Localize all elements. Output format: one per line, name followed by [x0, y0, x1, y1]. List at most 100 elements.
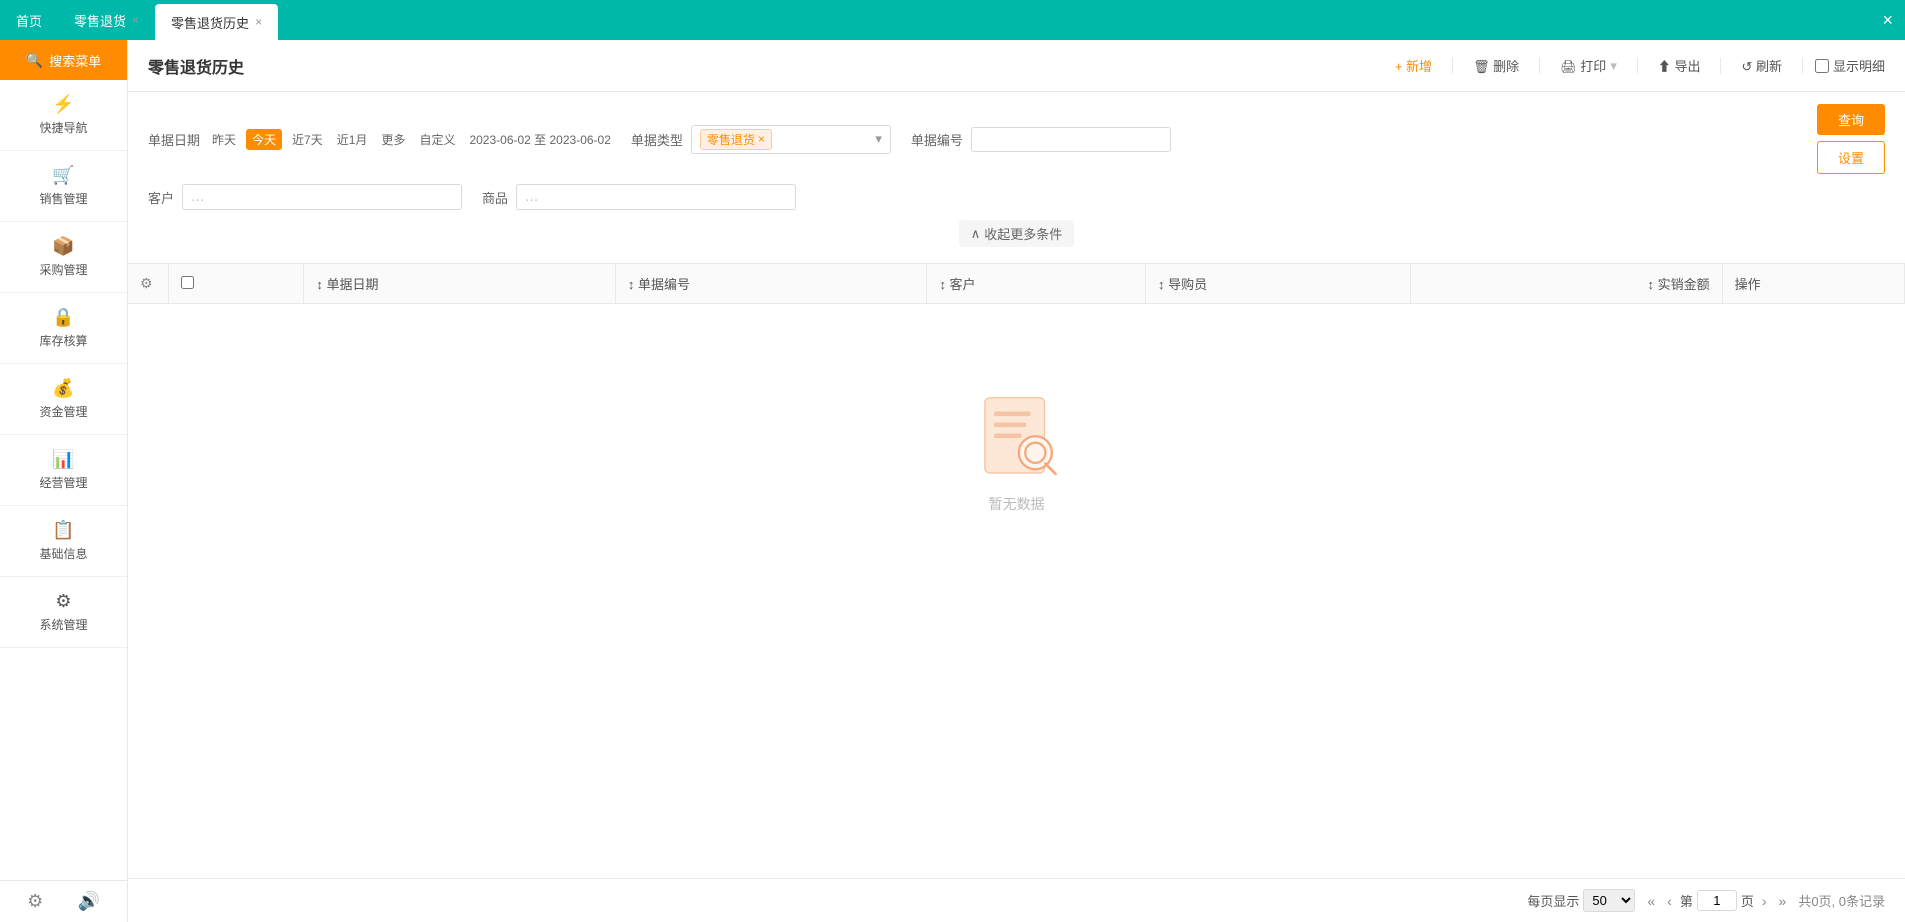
- bottom-bar: 每页显示 10 20 50 100 « ‹ 第 页 › »: [128, 878, 1905, 922]
- sidebar-item-finance-label: 资金管理: [39, 403, 87, 420]
- number-input[interactable]: [971, 127, 1171, 152]
- collapse-button[interactable]: ∧ 收起更多条件: [959, 220, 1075, 247]
- last-page-button[interactable]: »: [1775, 891, 1791, 911]
- sidebar-search[interactable]: 🔍 搜索菜单: [0, 40, 127, 80]
- divider-3: [1637, 58, 1638, 74]
- col-action: 操作: [1722, 264, 1904, 304]
- col-settings: ⚙: [128, 264, 168, 304]
- tab-retail-return-close[interactable]: ×: [132, 13, 139, 27]
- tab-retail-return-history-close[interactable]: ×: [255, 15, 262, 29]
- next-page-button[interactable]: ›: [1758, 891, 1771, 911]
- new-button[interactable]: + 新增: [1387, 52, 1440, 79]
- sidebar-item-sys-mgmt[interactable]: ⚙ 系统管理: [0, 577, 127, 648]
- col-customer-label: ↕ 客户: [939, 277, 975, 292]
- date-btn-custom[interactable]: 自定义: [415, 130, 459, 149]
- sidebar-item-purchase-mgmt[interactable]: 📦 采购管理: [0, 222, 127, 293]
- page-label: 页: [1741, 891, 1754, 910]
- show-detail-label: 显示明细: [1833, 56, 1885, 75]
- refresh-button[interactable]: ↺ 刷新: [1733, 52, 1790, 79]
- col-date[interactable]: ↕ 单据日期: [304, 264, 616, 304]
- query-button[interactable]: 查询: [1817, 104, 1885, 135]
- sidebar-item-inventory[interactable]: 🔒 库存核算: [0, 293, 127, 364]
- export-button[interactable]: ⬆ 导出: [1650, 52, 1709, 79]
- total-info: 共0页, 0条记录: [1798, 891, 1885, 910]
- page-input[interactable]: [1697, 890, 1737, 911]
- table-settings-icon[interactable]: ⚙: [140, 275, 153, 291]
- sidebar-item-ops-mgmt[interactable]: 📊 经营管理: [0, 435, 127, 506]
- sidebar-item-sales-mgmt[interactable]: 🛒 销售管理: [0, 151, 127, 222]
- empty-text: 暂无数据: [989, 494, 1045, 514]
- select-all-checkbox[interactable]: [181, 276, 194, 289]
- divider-2: [1539, 58, 1540, 74]
- date-btn-yesterday[interactable]: 昨天: [208, 130, 240, 149]
- number-filter: 单据编号: [911, 127, 1171, 152]
- tab-bar: 首页 零售退货 × 零售退货历史 ×: [0, 0, 1870, 40]
- page-header: 零售退货历史 + 新增 🗑 删除 🖨 打印 ▾ ⬆ 导出: [128, 40, 1905, 92]
- sidebar-item-basic-info-label: 基础信息: [39, 545, 87, 562]
- audio-icon[interactable]: 🔊: [77, 891, 99, 912]
- col-guide-label: ↕ 导购员: [1158, 277, 1207, 292]
- col-number[interactable]: ↕ 单据编号: [615, 264, 927, 304]
- date-filter-label: 单据日期: [148, 130, 200, 149]
- filter-row-2: 客户 ... 商品 ...: [148, 184, 1885, 210]
- filter-area: 单据日期 昨天 今天 近7天 近1月 更多 自定义 2023-06-02 至 2…: [128, 92, 1905, 264]
- page-size-dropdown[interactable]: 10 20 50 100: [1583, 889, 1635, 912]
- prev-page-button[interactable]: ‹: [1663, 891, 1676, 911]
- btn-group-right: 查询 设置: [1817, 104, 1885, 174]
- sidebar-item-ops-mgmt-label: 经营管理: [39, 474, 87, 491]
- print-button[interactable]: 🖨 打印 ▾: [1552, 52, 1625, 79]
- type-select[interactable]: 零售退货 × ▾: [691, 125, 891, 154]
- sidebar-item-sys-mgmt-label: 系统管理: [39, 616, 87, 633]
- type-select-chevron: ▾: [875, 131, 882, 147]
- date-btn-today[interactable]: 今天: [246, 129, 282, 150]
- sidebar-item-sales-mgmt-label: 销售管理: [39, 190, 87, 207]
- customer-filter: 客户 ...: [148, 184, 462, 210]
- tab-retail-return-history-label: 零售退货历史: [171, 13, 249, 32]
- first-page-button[interactable]: «: [1643, 891, 1659, 911]
- page-size-select: 每页显示 10 20 50 100: [1527, 889, 1635, 912]
- col-action-label: 操作: [1735, 277, 1761, 292]
- col-date-label: ↕ 单据日期: [316, 277, 378, 292]
- goods-select[interactable]: ...: [516, 184, 796, 210]
- date-btn-7days[interactable]: 近7天: [288, 130, 327, 149]
- table-area: ⚙ ↕ 单据日期 ↕ 单据编号 ↕ 客户: [128, 264, 1905, 878]
- tab-home[interactable]: 首页: [0, 0, 58, 40]
- set-button[interactable]: 设置: [1817, 141, 1885, 174]
- date-btn-more[interactable]: 更多: [377, 130, 409, 149]
- show-detail-checkbox[interactable]: [1815, 59, 1829, 73]
- sidebar-footer: ⚙ 🔊: [0, 880, 127, 922]
- quick-nav-icon: ⚡: [52, 94, 74, 115]
- new-button-label: + 新增: [1395, 56, 1432, 75]
- goods-filter-label: 商品: [482, 188, 508, 207]
- sidebar-item-basic-info[interactable]: 📋 基础信息: [0, 506, 127, 577]
- show-detail-toggle[interactable]: 显示明细: [1815, 56, 1885, 75]
- tab-retail-return-history[interactable]: 零售退货历史 ×: [155, 4, 278, 40]
- sidebar-item-inventory-label: 库存核算: [39, 332, 87, 349]
- col-guide[interactable]: ↕ 导购员: [1146, 264, 1411, 304]
- sidebar-item-finance[interactable]: 💰 资金管理: [0, 364, 127, 435]
- date-filter: 单据日期 昨天 今天 近7天 近1月 更多 自定义 2023-06-02 至 2…: [148, 129, 611, 150]
- type-filter: 单据类型 零售退货 × ▾: [631, 125, 891, 154]
- settings-icon[interactable]: ⚙: [27, 891, 43, 912]
- delete-button[interactable]: 🗑 删除: [1465, 52, 1527, 79]
- empty-state: 暂无数据: [128, 304, 1905, 594]
- col-amount[interactable]: ↕ 实销金额: [1411, 264, 1723, 304]
- divider-4: [1720, 58, 1721, 74]
- customer-select[interactable]: ...: [182, 184, 462, 210]
- main-layout: 🔍 搜索菜单 ⚡ 快捷导航 🛒 销售管理 📦 采购管理 🔒 库存核算 💰 资金管…: [0, 40, 1905, 922]
- goods-placeholder: ...: [525, 188, 538, 206]
- sidebar-item-quick-nav[interactable]: ⚡ 快捷导航: [0, 80, 127, 151]
- col-customer[interactable]: ↕ 客户: [927, 264, 1146, 304]
- type-filter-label: 单据类型: [631, 130, 683, 149]
- date-shortcuts: 昨天 今天 近7天 近1月 更多 自定义 2023-06-02 至 2023-0…: [208, 129, 611, 150]
- refresh-button-label: ↺ 刷新: [1741, 56, 1782, 75]
- basic-info-icon: 📋: [52, 520, 74, 541]
- divider-1: [1452, 58, 1453, 74]
- page-of-label: 第: [1680, 891, 1693, 910]
- window-close-button[interactable]: ×: [1870, 10, 1905, 31]
- export-button-label: ⬆ 导出: [1658, 56, 1701, 75]
- type-tag-remove[interactable]: ×: [758, 132, 765, 146]
- date-btn-1month[interactable]: 近1月: [333, 130, 372, 149]
- purchase-mgmt-icon: 📦: [52, 236, 74, 257]
- tab-retail-return[interactable]: 零售退货 ×: [58, 0, 155, 40]
